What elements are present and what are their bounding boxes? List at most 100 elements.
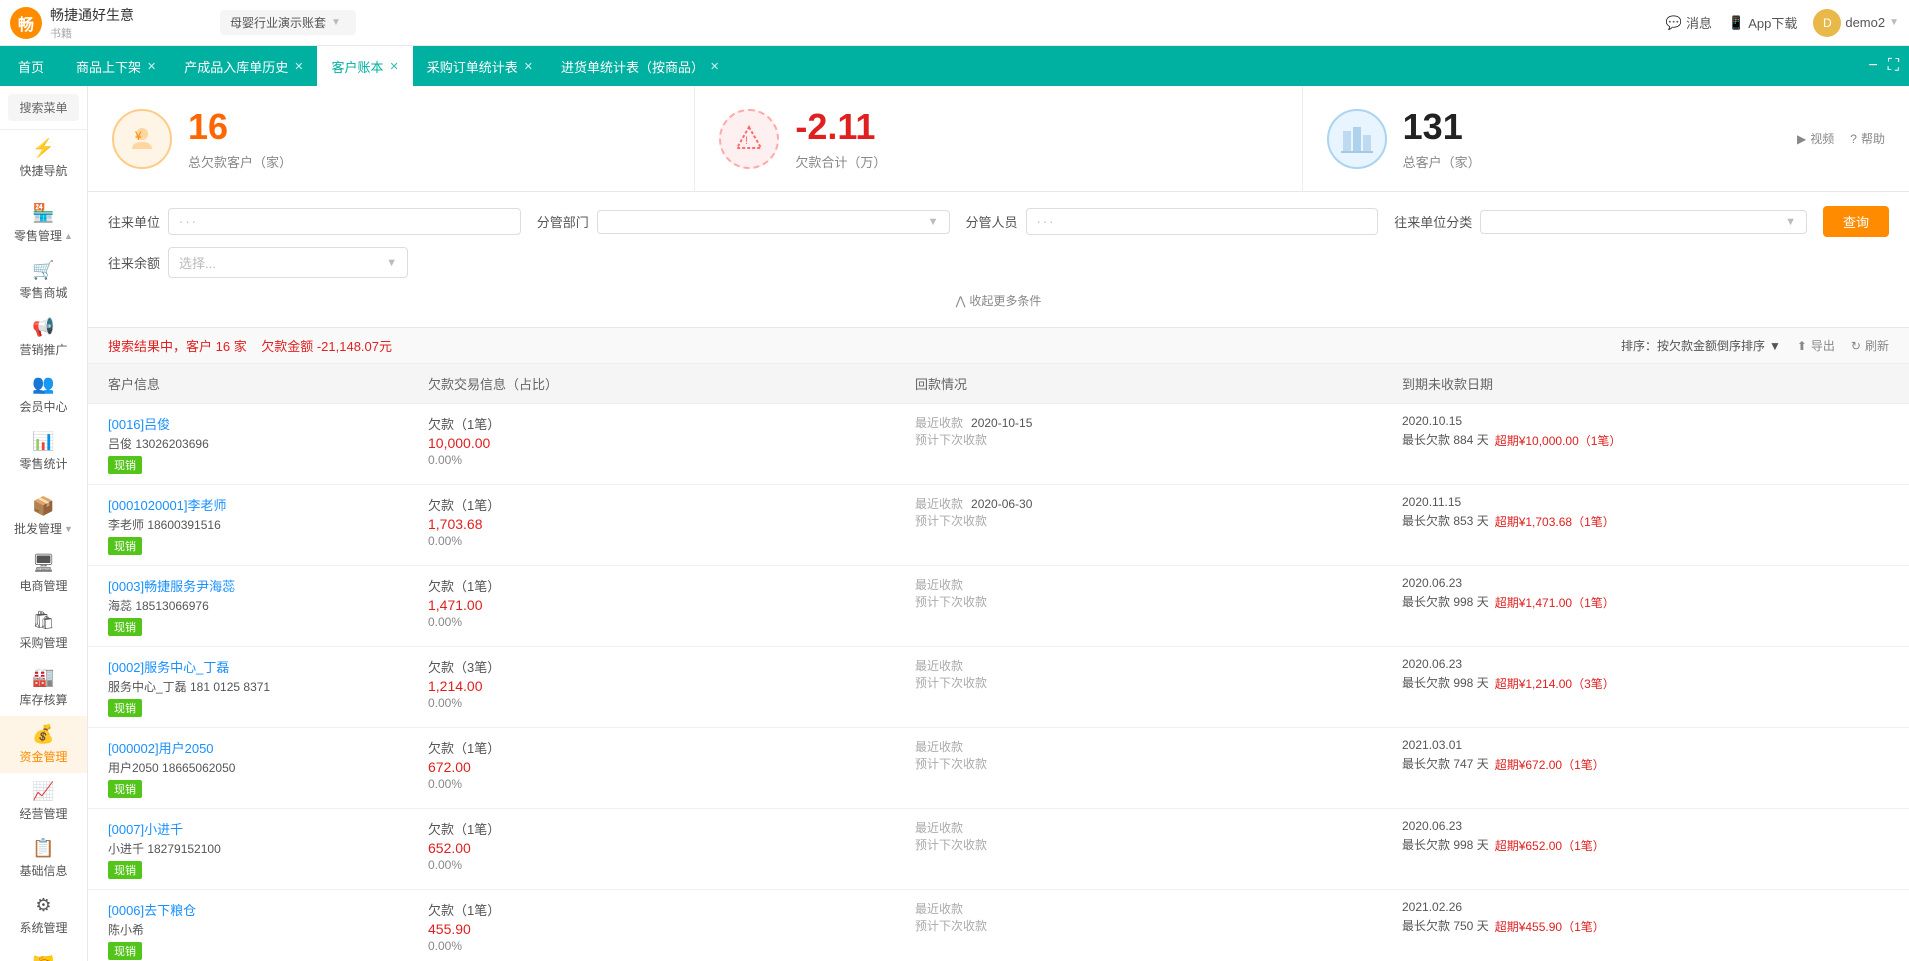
tab-customer-account-close-icon[interactable]: ✕ [390, 60, 399, 73]
sidebar-item-ecommerce-label: 电商管理 [19, 577, 67, 594]
maximize-btn[interactable]: ⛶ [1888, 57, 1899, 75]
debt-amount-0[interactable]: 10,000.00 [428, 435, 915, 451]
debt-percent-5: 0.00% [428, 858, 915, 872]
sidebar-item-purchase[interactable]: 🛍 采购管理 [0, 602, 87, 659]
table-row: [0001020001]李老师 李老师 18600391516 现销 欠款（1笔… [88, 485, 1909, 566]
tab-purchase-stats-close-icon[interactable]: ✕ [710, 60, 719, 73]
sidebar-item-batch-mgmt-label: 批发管理 [14, 520, 62, 537]
sort-select[interactable]: 排序：按欠款金额倒序排序 ▼ [1621, 337, 1781, 354]
sidebar-item-enterprise-coop[interactable]: 🤝 企业协同 [0, 944, 87, 961]
balance-placeholder: 选择... [179, 253, 216, 272]
sidebar-item-ecommerce[interactable]: 🖥 电商管理 [0, 545, 87, 602]
customer-tag-0: 现销 [108, 456, 142, 474]
tab-home[interactable]: 首页 [0, 46, 62, 86]
sidebar-item-batch-mgmt[interactable]: 📦 批发管理 ▼ [0, 488, 87, 545]
sidebar-item-warehouse[interactable]: 🏭 库存核算 [0, 659, 87, 716]
sidebar-item-operations[interactable]: 📈 经营管理 [0, 773, 87, 830]
sidebar-item-basic-info[interactable]: 📋 基础信息 [0, 830, 87, 887]
overdue-amount-1[interactable]: 超期¥1,703.68（1笔） [1495, 513, 1615, 530]
tab-product-shelf[interactable]: 商品上下架 ✕ [62, 46, 170, 86]
tab-production-history[interactable]: 产成品入库单历史 ✕ [170, 46, 317, 86]
view-video-btn[interactable]: ▶ 视频 [1797, 130, 1834, 147]
due-date-info-2: 2020.06.23 最长欠款 998 天 超期¥1,471.00（1笔） [1402, 576, 1889, 611]
refresh-btn[interactable]: ↻ 刷新 [1851, 337, 1889, 354]
customer-name-0[interactable]: [0016]吕俊 [108, 414, 428, 433]
debt-amount-3[interactable]: 1,214.00 [428, 678, 915, 694]
customer-contact-0: 吕俊 13026203696 [108, 435, 428, 452]
next-payment-label-1: 预计下次收款 [915, 512, 1402, 529]
debt-amount-6[interactable]: 455.90 [428, 921, 915, 937]
tab-purchase-order-label: 采购订单统计表 [427, 57, 518, 76]
balance-select[interactable]: 选择... ▼ [168, 247, 408, 278]
debt-percent-0: 0.00% [428, 453, 915, 467]
overdue-amount-4[interactable]: 超期¥672.00（1笔） [1495, 756, 1605, 773]
debt-amount-2[interactable]: 1,471.00 [428, 597, 915, 613]
customer-name-6[interactable]: [0006]去下粮仓 [108, 900, 428, 919]
overdue-amount-0[interactable]: 超期¥10,000.00（1笔） [1495, 432, 1622, 449]
sidebar-item-retail-stats[interactable]: 📊 零售统计 [0, 423, 87, 480]
collection-info-5: 最近收款 预计下次收款 [915, 819, 1402, 853]
collection-info-0: 最近收款 2020-10-15 预计下次收款 [915, 414, 1402, 448]
tab-production-history-close-icon[interactable]: ✕ [294, 60, 303, 73]
collapse-btn[interactable]: ⋀ 收起更多条件 [956, 292, 1042, 309]
debt-amount-1[interactable]: 1,703.68 [428, 516, 915, 532]
customer-name-1[interactable]: [0001020001]李老师 [108, 495, 428, 514]
overdue-days-4: 最长欠款 747 天 [1402, 755, 1489, 772]
last-payment-label-1: 最近收款 [915, 495, 963, 512]
sidebar-item-member[interactable]: 👥 会员中心 [0, 366, 87, 423]
sidebar-item-retail-mall[interactable]: 🛒 零售商城 [0, 252, 87, 309]
user-menu-btn[interactable]: D demo2 ▼ [1813, 9, 1899, 37]
customer-name-4[interactable]: [000002]用户2050 [108, 738, 428, 757]
help-btn[interactable]: ? 帮助 [1850, 130, 1885, 147]
customer-name-3[interactable]: [0002]服务中心_丁磊 [108, 657, 428, 676]
retail-mgmt-arrow-icon: ▲ [64, 231, 73, 241]
overdue-customers-label: 总欠款客户（家） [188, 152, 292, 171]
customer-info-4: [000002]用户2050 用户2050 18665062050 现销 [108, 738, 428, 798]
sidebar-search-btn[interactable]: 搜索菜单 [8, 94, 79, 121]
sidebar-item-finance[interactable]: 💰 资金管理 [0, 716, 87, 773]
search-button[interactable]: 查询 [1823, 206, 1889, 237]
minimize-btn[interactable]: − [1868, 57, 1877, 75]
table-row: [000002]用户2050 用户2050 18665062050 现销 欠款（… [88, 728, 1909, 809]
overdue-amount-3[interactable]: 超期¥1,214.00（3笔） [1495, 675, 1615, 692]
tab-purchase-stats[interactable]: 进货单统计表（按商品） ✕ [547, 46, 733, 86]
sidebar-item-marketing[interactable]: 📢 营销推广 [0, 309, 87, 366]
app-download-btn[interactable]: 📱 App下载 [1728, 13, 1797, 32]
sidebar-item-nav-label: 快捷导航 [19, 162, 67, 179]
overdue-amount-2[interactable]: 超期¥1,471.00（1笔） [1495, 594, 1615, 611]
stat-actions: ▶ 视频 ? 帮助 [1797, 130, 1885, 147]
debt-amount-4[interactable]: 672.00 [428, 759, 915, 775]
message-btn[interactable]: 💬 消息 [1666, 13, 1712, 32]
store-selector[interactable]: 母婴行业演示账套 ▼ [220, 10, 356, 35]
app-name: 畅捷通好生意 [50, 5, 134, 25]
tab-customer-account[interactable]: 客户账本 ✕ [317, 46, 412, 86]
sidebar-item-marketing-label: 营销推广 [19, 341, 67, 358]
sort-label: 排序：按欠款金额倒序排序 [1621, 337, 1765, 354]
tab-purchase-order-close-icon[interactable]: ✕ [524, 60, 533, 73]
source-unit-input[interactable]: ··· [168, 208, 521, 235]
customer-name-2[interactable]: [0003]畅捷服务尹海蕊 [108, 576, 428, 595]
table-row: [0006]去下粮仓 陈小希 现销 欠款（1笔） 455.90 0.00% 最近… [88, 890, 1909, 961]
overdue-amount-6[interactable]: 超期¥455.90（1笔） [1495, 918, 1605, 935]
last-payment-label-5: 最近收款 [915, 819, 963, 836]
tab-purchase-order[interactable]: 采购订单统计表 ✕ [413, 46, 547, 86]
export-btn[interactable]: ⬆ 导出 [1797, 337, 1835, 354]
export-icon: ⬆ [1797, 339, 1807, 353]
unit-category-select[interactable]: ▼ [1480, 210, 1807, 234]
sidebar-item-system[interactable]: ⚙ 系统管理 [0, 887, 87, 944]
sidebar-item-nav[interactable]: ⚡ 快捷导航 [0, 130, 87, 187]
collapse-row: ⋀ 收起更多条件 [108, 288, 1889, 313]
sidebar-item-retail-mgmt[interactable]: 🏪 零售管理 ▲ [0, 195, 87, 252]
manager-input[interactable]: ··· [1026, 208, 1379, 235]
customer-tag-6: 现销 [108, 942, 142, 960]
tab-product-shelf-close-icon[interactable]: ✕ [147, 60, 156, 73]
dept-select[interactable]: ▼ [597, 210, 950, 234]
results-prefix: 搜索结果中，客户 [108, 339, 212, 354]
due-date-1: 2020.11.15 [1402, 495, 1889, 509]
table-row: [0016]吕俊 吕俊 13026203696 现销 欠款（1笔） 10,000… [88, 404, 1909, 485]
customer-name-5[interactable]: [0007]小进千 [108, 819, 428, 838]
overdue-amount-5[interactable]: 超期¥652.00（1笔） [1495, 837, 1605, 854]
overdue-customers-content: 16 总欠款客户（家） [188, 106, 292, 171]
svg-text:¥: ¥ [134, 129, 142, 143]
debt-amount-5[interactable]: 652.00 [428, 840, 915, 856]
